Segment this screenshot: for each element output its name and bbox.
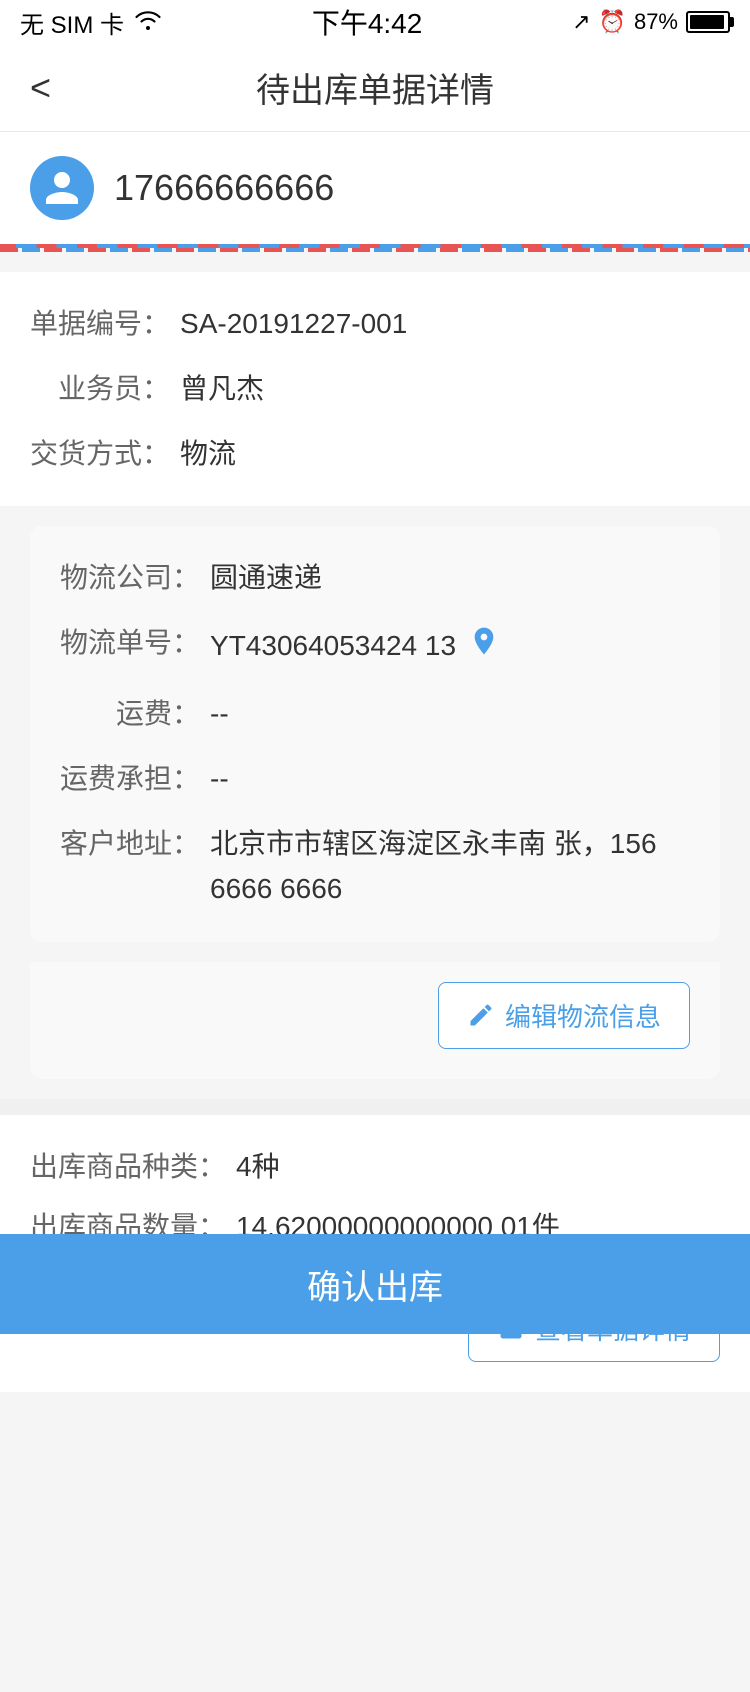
freight-bear-row: 运费承担： -- [60, 757, 690, 802]
salesman-label: 业务员： [30, 367, 170, 412]
product-type-row: 出库商品种类： 4种 [30, 1145, 720, 1185]
edit-logistics-button[interactable]: 编辑物流信息 [438, 982, 690, 1049]
status-bar: 无 SIM 卡 下午4:42 ↗ ⏰ 87% [0, 0, 750, 44]
doc-num-label: 单据编号： [30, 302, 170, 347]
carrier-text: 无 SIM 卡 [20, 5, 124, 40]
dashed-divider [0, 248, 750, 252]
doc-num-row: 单据编号： SA-20191227-001 [30, 302, 720, 347]
page-title: 待出库单据详情 [256, 63, 494, 112]
tracking-num-label: 物流单号： [60, 621, 200, 666]
confirm-outbound-button[interactable]: 确认出库 [0, 1234, 750, 1334]
logistics-company-label: 物流公司： [60, 556, 200, 601]
status-right: ↗ ⏰ 87% [572, 9, 730, 35]
delivery-method-value: 物流 [180, 432, 720, 477]
location-service-icon: ↗ [572, 9, 590, 35]
status-time: 下午4:42 [312, 2, 423, 42]
freight-bear-label: 运费承担： [60, 757, 200, 802]
logistics-company-row: 物流公司： 圆通速递 [60, 556, 690, 601]
freight-value: -- [210, 692, 690, 737]
product-type-label: 出库商品种类： [30, 1145, 226, 1185]
nav-bar: < 待出库单据详情 [0, 44, 750, 132]
logistics-company-value: 圆通速递 [210, 556, 690, 601]
section-divider [0, 1099, 750, 1115]
edit-btn-row: 编辑物流信息 [30, 962, 720, 1079]
map-pin-icon[interactable] [468, 621, 500, 672]
tracking-num-text: YT43064053424 13 [210, 624, 456, 669]
salesman-value: 曾凡杰 [180, 367, 720, 412]
alarm-icon: ⏰ [599, 9, 626, 35]
back-button[interactable]: < [30, 57, 61, 119]
status-left: 无 SIM 卡 [20, 5, 162, 40]
customer-header: 17666666666 [0, 132, 750, 248]
product-type-value: 4种 [236, 1145, 280, 1185]
address-label: 客户地址： [60, 822, 200, 867]
confirm-btn-label: 确认出库 [307, 1260, 443, 1309]
salesman-row: 业务员： 曾凡杰 [30, 367, 720, 412]
freight-row: 运费： -- [60, 692, 690, 737]
edit-logistics-label: 编辑物流信息 [505, 997, 661, 1034]
tracking-num-row: 物流单号： YT43064053424 13 [60, 621, 690, 672]
wifi-icon [134, 8, 162, 37]
avatar [30, 156, 94, 220]
freight-label: 运费： [60, 692, 200, 737]
bottom-space [0, 1392, 750, 1592]
battery-text: 87% [634, 9, 678, 35]
doc-info-section: 单据编号： SA-20191227-001 业务员： 曾凡杰 交货方式： 物流 [0, 272, 750, 506]
address-row: 客户地址： 北京市市辖区海淀区永丰南 张，156 6666 6666 [60, 822, 690, 912]
logistics-card: 物流公司： 圆通速递 物流单号： YT43064053424 13 运费： --… [30, 526, 720, 941]
delivery-method-row: 交货方式： 物流 [30, 432, 720, 477]
freight-bear-value: -- [210, 757, 690, 802]
customer-phone: 17666666666 [114, 167, 334, 209]
doc-num-value: SA-20191227-001 [180, 302, 720, 347]
delivery-method-label: 交货方式： [30, 432, 170, 477]
address-value: 北京市市辖区海淀区永丰南 张，156 6666 6666 [210, 822, 690, 912]
tracking-num-value: YT43064053424 13 [210, 621, 690, 672]
battery-icon [686, 11, 730, 33]
